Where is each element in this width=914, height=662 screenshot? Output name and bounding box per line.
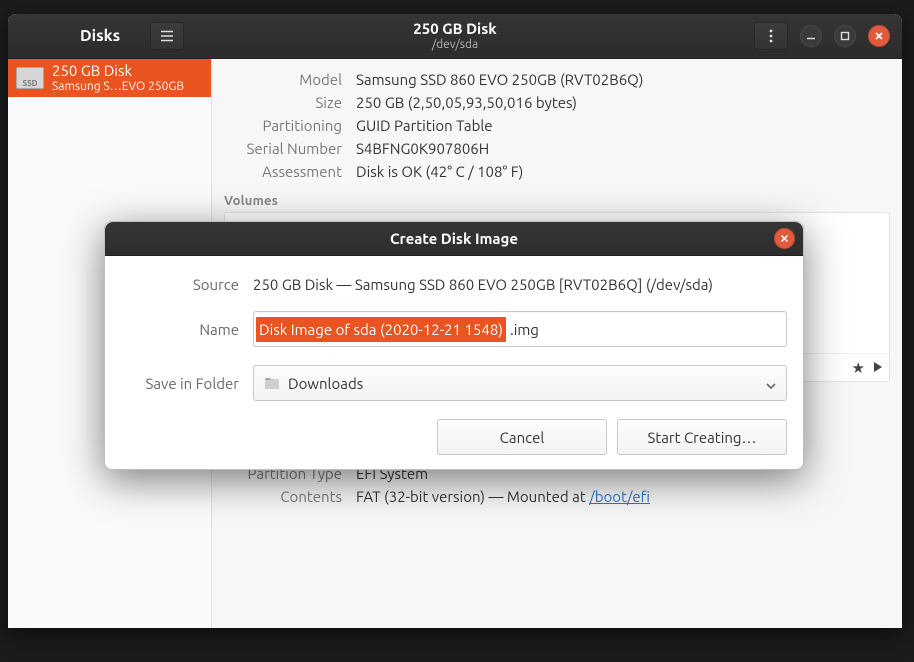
dialog-titlebar: Create Disk Image bbox=[105, 222, 803, 256]
contents-label: Contents bbox=[212, 488, 342, 505]
dialog-close-button[interactable] bbox=[774, 228, 795, 249]
app-name: Disks bbox=[80, 27, 120, 45]
hamburger-icon bbox=[160, 30, 174, 42]
maximize-icon bbox=[840, 31, 850, 41]
app-menu-button[interactable] bbox=[150, 22, 184, 50]
source-label: Source bbox=[121, 276, 239, 293]
partitioning-label: Partitioning bbox=[212, 117, 342, 134]
folder-label: Save in Folder bbox=[121, 375, 239, 392]
play-icon[interactable] bbox=[873, 359, 883, 376]
titlebar-right bbox=[754, 22, 890, 50]
folder-value: Downloads bbox=[288, 375, 363, 392]
close-icon bbox=[780, 234, 789, 243]
source-value: 250 GB Disk — Samsung SSD 860 EVO 250GB … bbox=[253, 276, 787, 293]
serial-value: S4BFNG0K907806H bbox=[356, 140, 890, 157]
disk-item-subtitle: Samsung S…EVO 250GB bbox=[52, 80, 184, 93]
dialog-title: Create Disk Image bbox=[390, 230, 518, 247]
model-label: Model bbox=[212, 71, 342, 88]
contents-value: FAT (32-bit version) — Mounted at /boot/… bbox=[356, 488, 890, 505]
window-maximize-button[interactable] bbox=[834, 25, 856, 47]
contents-prefix: FAT (32-bit version) — Mounted at bbox=[356, 488, 589, 505]
star-icon[interactable]: ★ bbox=[852, 359, 865, 377]
size-label: Size bbox=[212, 94, 342, 111]
disk-details: Model Samsung SSD 860 EVO 250GB (RVT02B6… bbox=[212, 71, 890, 180]
assessment-value: Disk is OK (42° C / 108° F) bbox=[356, 163, 890, 180]
partitioning-value: GUID Partition Table bbox=[356, 117, 890, 134]
name-input-selection: Disk Image of sda (2020-12-21 1548) bbox=[256, 317, 506, 342]
mount-point-link[interactable]: /boot/efi bbox=[589, 488, 650, 505]
minimize-icon bbox=[806, 31, 816, 41]
window-minimize-button[interactable] bbox=[800, 25, 822, 47]
serial-label: Serial Number bbox=[212, 140, 342, 157]
cancel-button[interactable]: Cancel bbox=[437, 419, 607, 455]
folder-icon bbox=[264, 376, 280, 390]
disk-item-title: 250 GB Disk bbox=[52, 63, 184, 80]
model-value: Samsung SSD 860 EVO 250GB (RVT02B6Q) bbox=[356, 71, 890, 88]
volumes-heading: Volumes bbox=[224, 194, 902, 208]
folder-combo[interactable]: Downloads bbox=[253, 365, 787, 401]
name-input-extension: .img bbox=[506, 321, 543, 338]
disk-list-item[interactable]: SSD 250 GB Disk Samsung S…EVO 250GB bbox=[8, 59, 211, 97]
drive-options-button[interactable] bbox=[754, 22, 788, 50]
dialog-body: Source 250 GB Disk — Samsung SSD 860 EVO… bbox=[105, 256, 803, 469]
close-icon bbox=[874, 31, 884, 41]
window-close-button[interactable] bbox=[868, 25, 890, 47]
name-input[interactable]: Disk Image of sda (2020-12-21 1548).img bbox=[253, 311, 787, 347]
ssd-icon: SSD bbox=[16, 67, 44, 89]
start-creating-button[interactable]: Start Creating… bbox=[617, 419, 787, 455]
titlebar: Disks 250 GB Disk /dev/sda bbox=[8, 14, 902, 59]
chevron-down-icon bbox=[766, 375, 776, 392]
assessment-label: Assessment bbox=[212, 163, 342, 180]
create-disk-image-dialog: Create Disk Image Source 250 GB Disk — S… bbox=[104, 221, 804, 470]
size-value: 250 GB (2,50,05,93,50,016 bytes) bbox=[356, 94, 890, 111]
name-label: Name bbox=[121, 321, 239, 338]
kebab-icon bbox=[769, 29, 773, 43]
dialog-actions: Cancel Start Creating… bbox=[121, 419, 787, 455]
